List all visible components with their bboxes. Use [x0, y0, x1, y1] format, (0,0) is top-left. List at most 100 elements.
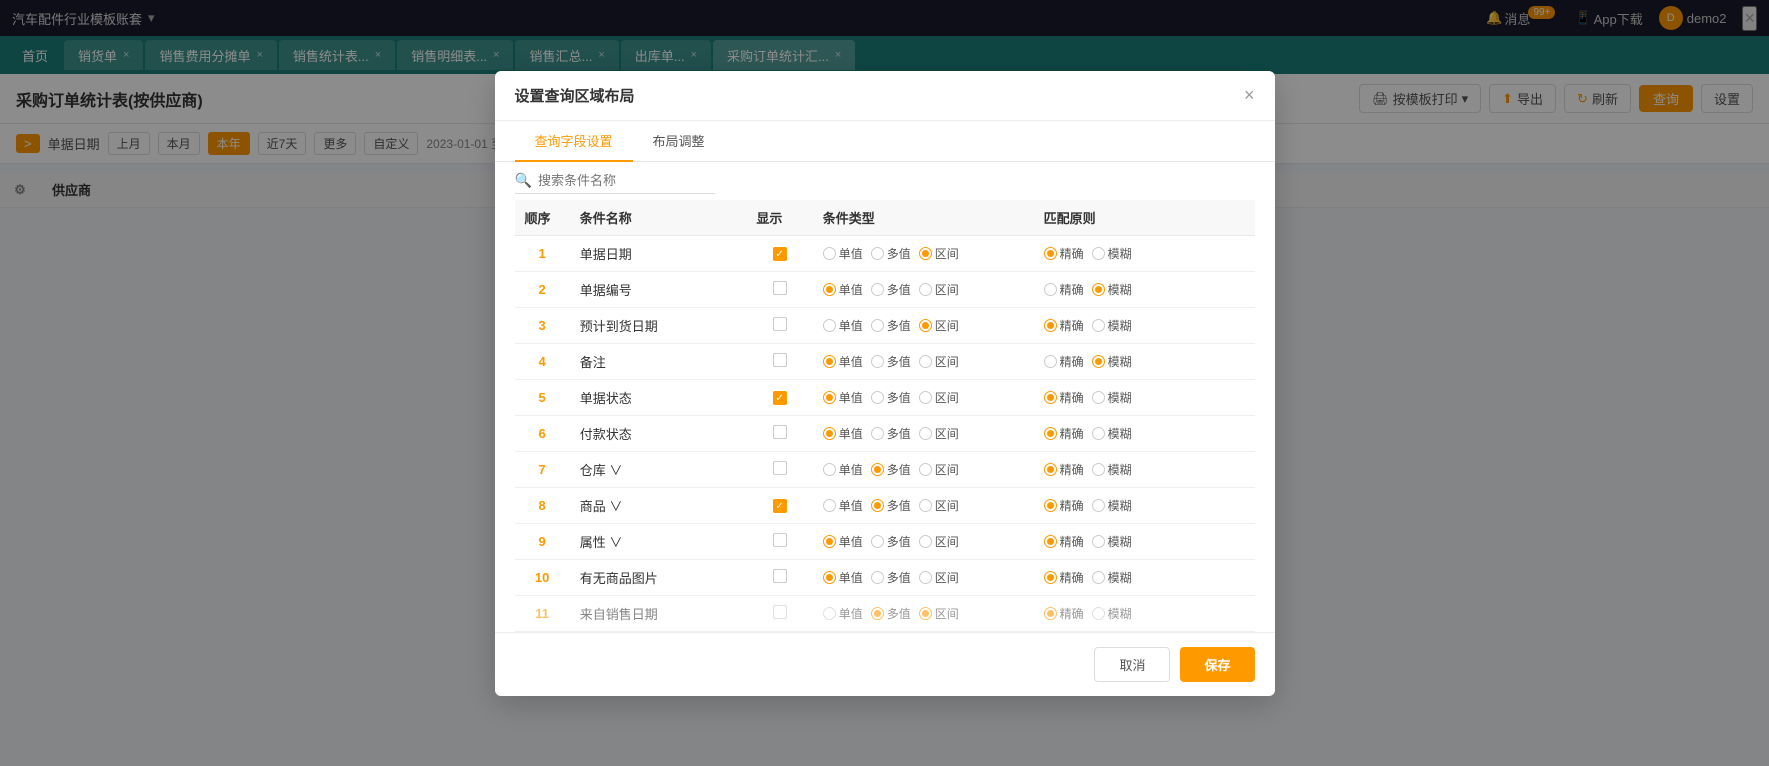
type-option-range-5[interactable]: 区间: [919, 425, 959, 442]
type-option-single-0[interactable]: 单值: [823, 245, 863, 262]
match-option-exact-2[interactable]: 精确: [1044, 317, 1084, 334]
type-option-single-2[interactable]: 单值: [823, 317, 863, 334]
type-option-multiple-0[interactable]: 多值: [871, 245, 911, 262]
radio-range-9[interactable]: [919, 571, 932, 584]
radio-range-1[interactable]: [919, 283, 932, 296]
match-radio-exact-6[interactable]: [1044, 463, 1057, 476]
type-option-range-2[interactable]: 区间: [919, 317, 959, 334]
match-radio-fuzzy-8[interactable]: [1092, 535, 1105, 548]
row-show-0[interactable]: [746, 235, 812, 271]
radio-single-7[interactable]: [823, 499, 836, 512]
type-option-range-0[interactable]: 区间: [919, 245, 959, 262]
match-option-exact-7[interactable]: 精确: [1044, 497, 1084, 514]
radio-multiple-1[interactable]: [871, 283, 884, 296]
match-radio-fuzzy-1[interactable]: [1092, 283, 1105, 296]
save-button[interactable]: 保存: [1180, 647, 1254, 682]
match-option-exact-1[interactable]: 精确: [1044, 281, 1084, 298]
type-option-single-10[interactable]: 单值: [823, 605, 863, 622]
row-show-4[interactable]: [746, 379, 812, 415]
match-radio-exact-8[interactable]: [1044, 535, 1057, 548]
type-option-single-7[interactable]: 单值: [823, 497, 863, 514]
match-option-exact-9[interactable]: 精确: [1044, 569, 1084, 586]
show-checkbox-2[interactable]: [773, 317, 787, 331]
show-checkbox-3[interactable]: [773, 353, 787, 367]
type-option-single-3[interactable]: 单值: [823, 353, 863, 370]
show-checkbox-9[interactable]: [773, 569, 787, 583]
type-option-multiple-9[interactable]: 多值: [871, 569, 911, 586]
row-show-7[interactable]: [746, 487, 812, 523]
show-checkbox-6[interactable]: [773, 461, 787, 475]
type-option-single-1[interactable]: 单值: [823, 281, 863, 298]
match-radio-fuzzy-0[interactable]: [1092, 247, 1105, 260]
match-option-fuzzy-7[interactable]: 模糊: [1092, 497, 1132, 514]
show-checkbox-1[interactable]: [773, 281, 787, 295]
match-radio-exact-7[interactable]: [1044, 499, 1057, 512]
type-option-range-3[interactable]: 区间: [919, 353, 959, 370]
type-option-range-6[interactable]: 区间: [919, 461, 959, 478]
type-option-single-8[interactable]: 单值: [823, 533, 863, 550]
show-checkbox-5[interactable]: [773, 425, 787, 439]
match-option-fuzzy-4[interactable]: 模糊: [1092, 389, 1132, 406]
row-show-9[interactable]: [746, 559, 812, 595]
dialog-close-button[interactable]: ×: [1244, 85, 1255, 106]
type-option-multiple-3[interactable]: 多值: [871, 353, 911, 370]
match-option-exact-6[interactable]: 精确: [1044, 461, 1084, 478]
match-radio-fuzzy-10[interactable]: [1092, 607, 1105, 620]
radio-single-1[interactable]: [823, 283, 836, 296]
row-show-6[interactable]: [746, 451, 812, 487]
radio-single-9[interactable]: [823, 571, 836, 584]
radio-single-4[interactable]: [823, 391, 836, 404]
match-radio-exact-5[interactable]: [1044, 427, 1057, 440]
radio-multiple-2[interactable]: [871, 319, 884, 332]
type-option-single-6[interactable]: 单值: [823, 461, 863, 478]
type-option-multiple-10[interactable]: 多值: [871, 605, 911, 622]
match-radio-exact-4[interactable]: [1044, 391, 1057, 404]
radio-multiple-4[interactable]: [871, 391, 884, 404]
radio-range-2[interactable]: [919, 319, 932, 332]
show-checkbox-10[interactable]: [773, 605, 787, 619]
type-option-single-5[interactable]: 单值: [823, 425, 863, 442]
radio-multiple-7[interactable]: [871, 499, 884, 512]
type-option-range-4[interactable]: 区间: [919, 389, 959, 406]
show-checkbox-0[interactable]: [773, 247, 787, 261]
type-option-multiple-4[interactable]: 多值: [871, 389, 911, 406]
search-input[interactable]: [538, 173, 698, 188]
match-radio-exact-10[interactable]: [1044, 607, 1057, 620]
match-option-fuzzy-3[interactable]: 模糊: [1092, 353, 1132, 370]
radio-multiple-0[interactable]: [871, 247, 884, 260]
match-option-exact-10[interactable]: 精确: [1044, 605, 1084, 622]
cancel-button[interactable]: 取消: [1094, 647, 1170, 682]
radio-multiple-6[interactable]: [871, 463, 884, 476]
show-checkbox-4[interactable]: [773, 391, 787, 405]
radio-range-5[interactable]: [919, 427, 932, 440]
type-option-range-8[interactable]: 区间: [919, 533, 959, 550]
radio-multiple-10[interactable]: [871, 607, 884, 620]
radio-single-6[interactable]: [823, 463, 836, 476]
row-show-8[interactable]: [746, 523, 812, 559]
row-show-2[interactable]: [746, 307, 812, 343]
match-option-fuzzy-10[interactable]: 模糊: [1092, 605, 1132, 622]
match-option-fuzzy-1[interactable]: 模糊: [1092, 281, 1132, 298]
radio-range-6[interactable]: [919, 463, 932, 476]
match-option-fuzzy-6[interactable]: 模糊: [1092, 461, 1132, 478]
type-option-single-4[interactable]: 单值: [823, 389, 863, 406]
type-option-single-9[interactable]: 单值: [823, 569, 863, 586]
type-option-range-10[interactable]: 区间: [919, 605, 959, 622]
radio-multiple-5[interactable]: [871, 427, 884, 440]
radio-range-0[interactable]: [919, 247, 932, 260]
type-option-range-7[interactable]: 区间: [919, 497, 959, 514]
radio-single-8[interactable]: [823, 535, 836, 548]
match-option-fuzzy-9[interactable]: 模糊: [1092, 569, 1132, 586]
radio-range-8[interactable]: [919, 535, 932, 548]
type-option-multiple-1[interactable]: 多值: [871, 281, 911, 298]
tab-query-fields[interactable]: 查询字段设置: [515, 121, 633, 162]
radio-range-4[interactable]: [919, 391, 932, 404]
radio-multiple-9[interactable]: [871, 571, 884, 584]
match-radio-fuzzy-5[interactable]: [1092, 427, 1105, 440]
match-radio-fuzzy-9[interactable]: [1092, 571, 1105, 584]
type-option-multiple-5[interactable]: 多值: [871, 425, 911, 442]
radio-range-7[interactable]: [919, 499, 932, 512]
show-checkbox-7[interactable]: [773, 499, 787, 513]
match-option-exact-8[interactable]: 精确: [1044, 533, 1084, 550]
match-radio-fuzzy-3[interactable]: [1092, 355, 1105, 368]
